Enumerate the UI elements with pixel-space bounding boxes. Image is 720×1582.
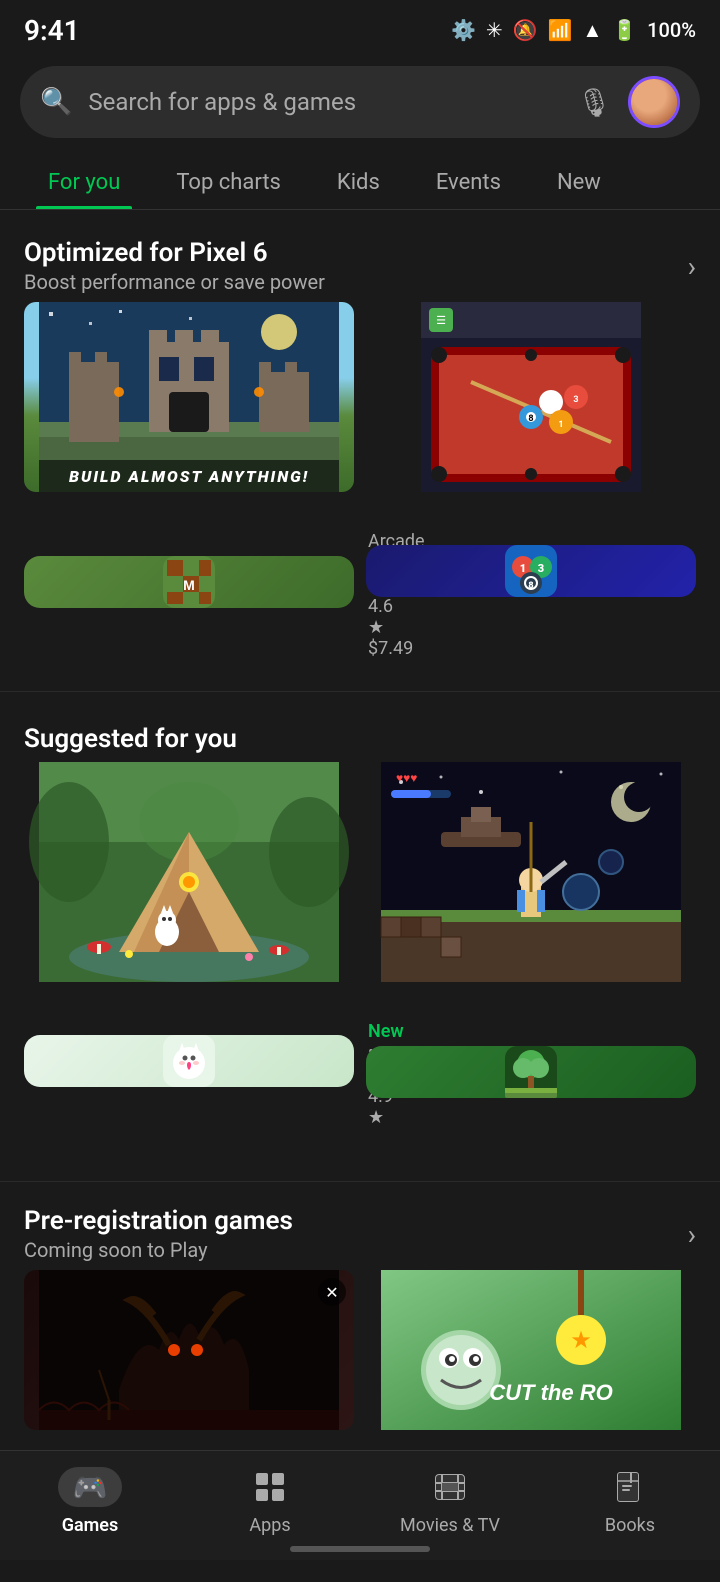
movies-icon-wrap <box>418 1467 482 1507</box>
svg-text:3: 3 <box>538 562 544 575</box>
cats-soup-card[interactable]: Cats & Soup New • Simulation 4.9 ★ <box>24 762 354 1149</box>
optimized-section: Optimized for Pixel 6 Boost performance … <box>0 210 720 687</box>
home-indicator <box>290 1546 430 1552</box>
pre-reg-section: Pre-registration games Coming soon to Pl… <box>0 1186 720 1442</box>
nav-books[interactable]: Books <box>540 1467 720 1536</box>
terraria-svg: ♥♥♥ <box>366 762 696 982</box>
status-time: 9:41 <box>24 14 80 47</box>
pre-reg-cards-row: ✕ <box>24 1270 696 1430</box>
pool-icon: 1 3 8 <box>366 545 696 597</box>
terraria-banner: ♥♥♥ <box>366 762 696 982</box>
pre-reg-header: Pre-registration games Coming soon to Pl… <box>24 1206 696 1262</box>
divider-1 <box>0 691 720 692</box>
tab-events[interactable]: Events <box>408 154 529 209</box>
apps-icon-wrap <box>238 1467 302 1507</box>
pool-banner: ☰ 3 <box>366 302 696 492</box>
svg-text:☰: ☰ <box>436 314 446 327</box>
svg-text:8: 8 <box>528 414 533 424</box>
pool-game-svg: ☰ 3 <box>366 302 696 492</box>
pre-reg-subtitle: Coming soon to Play <box>24 1238 293 1262</box>
terraria-card[interactable]: ♥♥♥ <box>366 762 696 1149</box>
nav-apps[interactable]: Apps <box>180 1467 360 1536</box>
svg-text:M: M <box>183 577 195 593</box>
svg-text:★: ★ <box>570 1326 592 1354</box>
avatar[interactable] <box>628 76 680 128</box>
signal-icon: ▲ <box>582 18 602 43</box>
optimized-header: Optimized for Pixel 6 Boost performance … <box>24 238 696 294</box>
close-icon[interactable]: ✕ <box>318 1278 346 1306</box>
pool-app-info: 1 3 8 8 Ball Pool Sports • Billi... 4.4 … <box>366 504 696 638</box>
pre-reg-title: Pre-registration games <box>24 1206 293 1236</box>
accessibility-icon: ⚙️ <box>451 18 476 42</box>
optimized-subtitle: Boost performance or save power <box>24 270 325 294</box>
optimized-title-group: Optimized for Pixel 6 Boost performance … <box>24 238 325 294</box>
bluetooth-icon: ✳ <box>486 18 503 42</box>
minecraft-banner: BUILD ALMOST ANYTHING! <box>24 302 354 492</box>
tabs-bar: For you Top charts Kids Events New <box>0 154 720 210</box>
optimized-title: Optimized for Pixel 6 <box>24 238 325 268</box>
search-icon: 🔍 <box>40 87 72 117</box>
minecraft-app-info: M Minecraft Arcade • Simulation 4.6 ★ $7… <box>24 504 354 659</box>
battery-level: 100% <box>647 18 696 42</box>
bottom-nav: 🎮 Games Apps Movies & T <box>0 1450 720 1560</box>
search-placeholder[interactable]: Search for apps & games <box>88 88 560 116</box>
pool-card[interactable]: ☰ 3 <box>366 302 696 659</box>
pre-reg-cutrope-card[interactable]: ★ CUT the RO <box>366 1270 696 1430</box>
battery-icon: 🔋 <box>612 18 637 42</box>
search-bar[interactable]: 🔍 Search for apps & games 🎙 <box>20 66 700 138</box>
svg-text:1: 1 <box>558 420 563 430</box>
suggested-cards-row: Cats & Soup New • Simulation 4.9 ★ <box>24 762 696 1149</box>
wifi-icon: 📶 <box>548 18 573 42</box>
status-bar: 9:41 ⚙️ ✳ 🔕 📶 ▲ 🔋 100% <box>0 0 720 56</box>
nav-games[interactable]: 🎮 Games <box>0 1467 180 1536</box>
suggested-header: Suggested for you <box>24 724 696 754</box>
svg-text:BUILD ALMOST ANYTHING!: BUILD ALMOST ANYTHING! <box>69 467 309 486</box>
nav-books-label: Books <box>605 1515 655 1536</box>
cats-soup-svg <box>24 762 354 982</box>
status-icons: ⚙️ ✳ 🔕 📶 ▲ 🔋 100% <box>451 18 696 43</box>
suggested-section: Suggested for you <box>0 696 720 1177</box>
pre-reg-arrow[interactable]: › <box>688 1218 696 1251</box>
optimized-cards-row: BUILD ALMOST ANYTHING! <box>24 302 696 659</box>
svg-text:8: 8 <box>528 581 533 591</box>
search-bar-container: 🔍 Search for apps & games 🎙 <box>0 56 720 138</box>
nav-movies-label: Movies & TV <box>400 1515 500 1536</box>
pre-reg-title-group: Pre-registration games Coming soon to Pl… <box>24 1206 293 1262</box>
nav-games-label: Games <box>62 1515 119 1536</box>
svg-text:3: 3 <box>573 395 578 405</box>
apps-icon <box>254 1471 286 1503</box>
suggested-title: Suggested for you <box>24 724 237 754</box>
tab-kids[interactable]: Kids <box>309 154 408 209</box>
books-icon-wrap <box>598 1467 662 1507</box>
minecraft-card[interactable]: BUILD ALMOST ANYTHING! <box>24 302 354 659</box>
svg-text:1: 1 <box>520 562 526 575</box>
pre-reg-dark-card[interactable]: ✕ <box>24 1270 354 1430</box>
books-icon <box>614 1471 646 1503</box>
terraria-icon <box>366 1046 696 1098</box>
games-icon-wrap: 🎮 <box>58 1467 122 1507</box>
cats-app-info: Cats & Soup New • Simulation 4.9 ★ <box>24 994 354 1128</box>
movies-icon <box>434 1471 466 1503</box>
svg-text:♥♥♥: ♥♥♥ <box>396 771 417 785</box>
tab-top-charts[interactable]: Top charts <box>148 154 309 209</box>
tab-for-you[interactable]: For you <box>20 154 148 209</box>
terraria-app-info: Terraria Adventure • G... 4.6 ★ $4.99 <box>366 994 696 1149</box>
minecraft-icon: M <box>24 556 354 608</box>
optimized-arrow[interactable]: › <box>688 250 696 283</box>
nav-apps-label: Apps <box>249 1515 290 1536</box>
cats-soup-icon <box>24 1035 354 1087</box>
nav-movies[interactable]: Movies & TV <box>360 1467 540 1536</box>
cats-soup-banner <box>24 762 354 982</box>
microphone-icon[interactable]: 🎙 <box>576 86 612 119</box>
divider-2 <box>0 1181 720 1182</box>
minecraft-castle-svg: BUILD ALMOST ANYTHING! <box>24 302 354 492</box>
mute-icon: 🔕 <box>513 18 538 42</box>
cutrope-svg: ★ CUT the RO <box>366 1270 696 1430</box>
games-icon: 🎮 <box>73 1471 108 1504</box>
svg-text:CUT the RO: CUT the RO <box>489 1380 612 1405</box>
dark-game-svg <box>24 1270 354 1430</box>
tab-new[interactable]: New <box>529 154 629 209</box>
